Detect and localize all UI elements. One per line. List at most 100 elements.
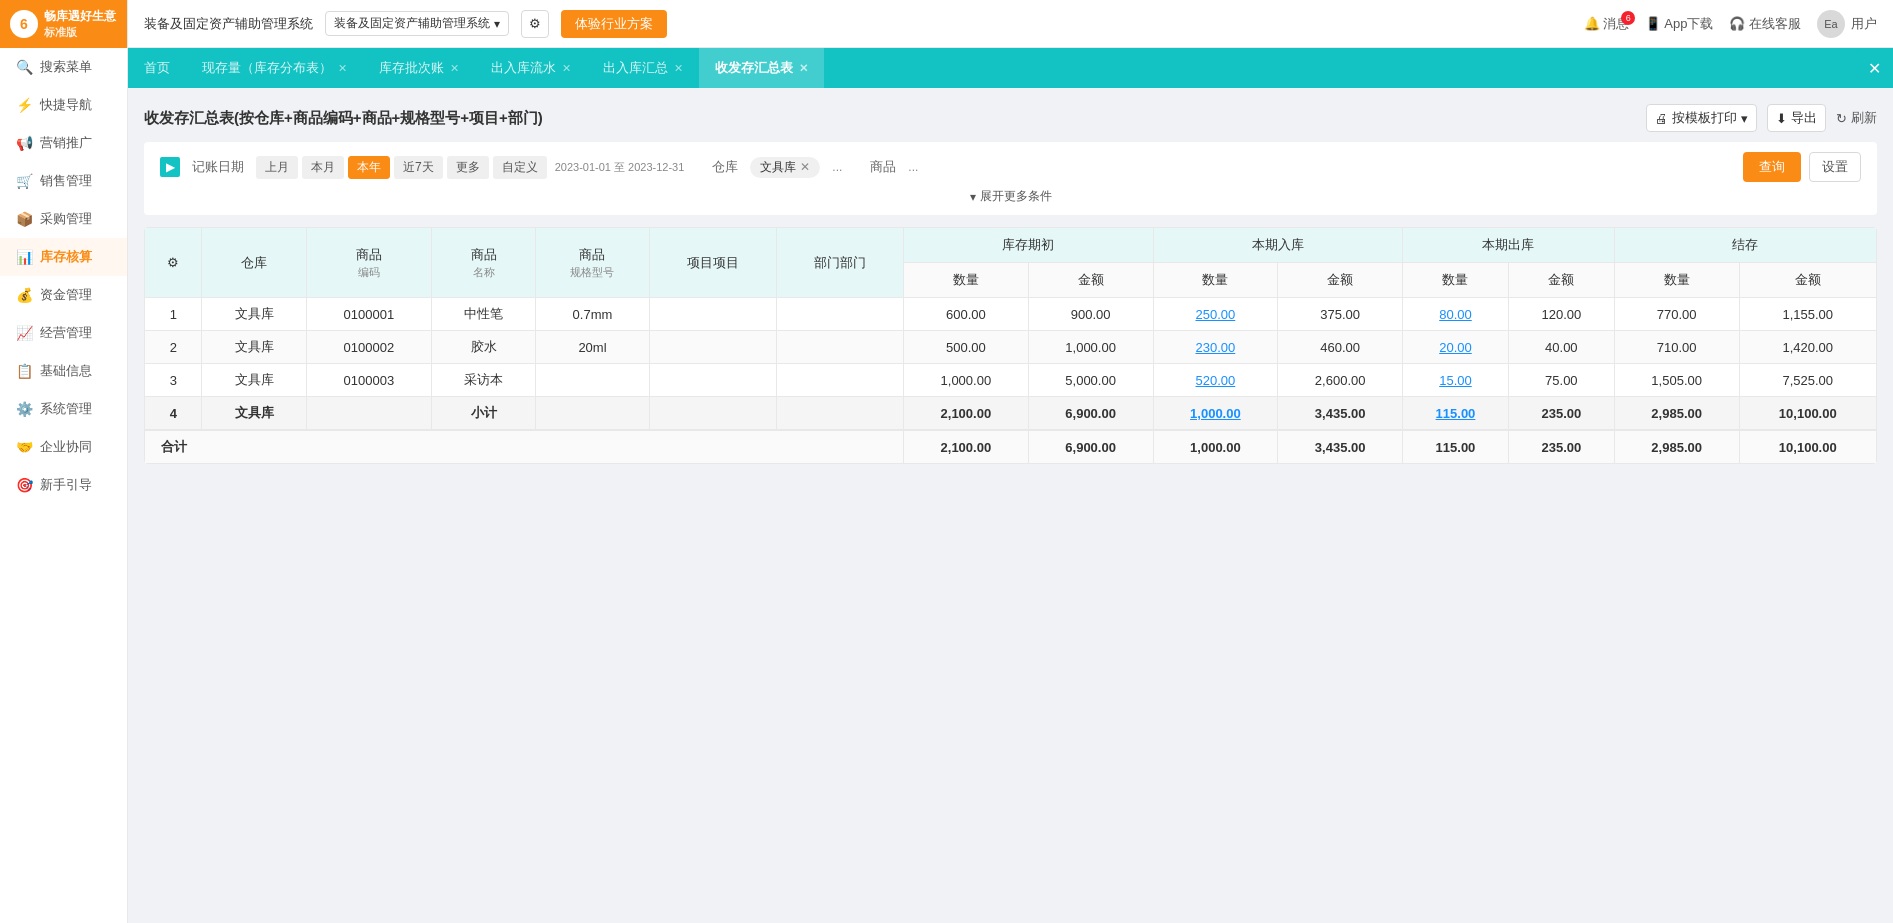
logo-icon: 6 (10, 10, 38, 38)
col-settings-header[interactable]: ⚙ (145, 228, 202, 298)
tab-inout-flow[interactable]: 出入库流水 ✕ (475, 48, 587, 88)
col-in-amt-header: 金额 (1278, 263, 1403, 298)
headset-icon: 🎧 (1729, 16, 1745, 31)
cart-icon: 🛒 (16, 173, 32, 189)
row-out-qty-link[interactable]: 115.00 (1436, 406, 1476, 421)
sidebar-item-system[interactable]: ⚙️ 系统管理 (0, 390, 127, 428)
row-in-qty-link[interactable]: 1,000.00 (1190, 406, 1241, 421)
sidebar-item-sales[interactable]: 🛒 销售管理 (0, 162, 127, 200)
row-in-qty[interactable]: 230.00 (1153, 331, 1278, 364)
tab-close-inventory-dist[interactable]: ✕ (338, 62, 347, 75)
sidebar-item-search[interactable]: 🔍 搜索菜单 (0, 48, 127, 86)
col-code-header: 商品编码 (307, 228, 432, 298)
content-area: 收发存汇总表(按仓库+商品编码+商品+规格型号+项目+部门) 🖨 按模板打印 ▾… (128, 88, 1893, 923)
footer-close-qty: 2,985.00 (1614, 430, 1739, 464)
export-button[interactable]: ⬇ 导出 (1767, 104, 1826, 132)
settings-button[interactable]: 设置 (1809, 152, 1861, 182)
row-name: 采访本 (431, 364, 536, 397)
gear-settings-button[interactable]: ⚙ (521, 10, 549, 38)
footer-close-amt: 10,100.00 (1739, 430, 1876, 464)
row-out-qty[interactable]: 115.00 (1403, 397, 1509, 431)
tab-batch-ledger[interactable]: 库存批次账 ✕ (363, 48, 475, 88)
tab-inventory-dist[interactable]: 现存量（库存分布表） ✕ (186, 48, 363, 88)
filter-btn-7days[interactable]: 近7天 (394, 156, 443, 179)
page-header-row: 收发存汇总表(按仓库+商品编码+商品+规格型号+项目+部门) 🖨 按模板打印 ▾… (144, 104, 1877, 132)
sidebar-item-cooperation[interactable]: 🤝 企业协同 (0, 428, 127, 466)
row-in-amt: 3,435.00 (1278, 397, 1403, 431)
row-in-qty[interactable]: 250.00 (1153, 298, 1278, 331)
row-out-qty[interactable]: 20.00 (1403, 331, 1509, 364)
row-in-qty[interactable]: 1,000.00 (1153, 397, 1278, 431)
warehouse-more[interactable]: ... (832, 160, 842, 174)
sidebar-item-basic[interactable]: 📋 基础信息 (0, 352, 127, 390)
sidebar-item-purchase[interactable]: 📦 采购管理 (0, 200, 127, 238)
footer-out-qty: 115.00 (1403, 430, 1509, 464)
row-open-qty: 1,000.00 (903, 364, 1028, 397)
filter-btn-last-month[interactable]: 上月 (256, 156, 298, 179)
row-out-qty-link[interactable]: 20.00 (1439, 340, 1472, 355)
row-in-qty-link[interactable]: 230.00 (1196, 340, 1236, 355)
col-out-amt-header: 金额 (1508, 263, 1614, 298)
row-out-qty-link[interactable]: 80.00 (1439, 307, 1472, 322)
filter-btn-this-month[interactable]: 本月 (302, 156, 344, 179)
expand-more-button[interactable]: ▾ 展开更多条件 (160, 188, 1861, 205)
filter-btn-custom[interactable]: 自定义 (493, 156, 547, 179)
row-spec: 0.7mm (536, 298, 649, 331)
row-close-amt: 10,100.00 (1739, 397, 1876, 431)
system-selector[interactable]: 装备及固定资产辅助管理系统 ▾ (325, 11, 509, 36)
query-actions: 查询 设置 (1743, 152, 1861, 182)
sidebar-item-quick[interactable]: ⚡ 快捷导航 (0, 86, 127, 124)
row-in-qty-link[interactable]: 250.00 (1196, 307, 1236, 322)
row-dept (776, 397, 903, 431)
row-in-qty[interactable]: 520.00 (1153, 364, 1278, 397)
chevron-down-icon: ▾ (1741, 111, 1748, 126)
close-all-tabs-button[interactable]: ✕ (1856, 59, 1893, 78)
megaphone-icon: 📢 (16, 135, 32, 151)
tab-close-batch-ledger[interactable]: ✕ (450, 62, 459, 75)
row-out-qty[interactable]: 15.00 (1403, 364, 1509, 397)
filter-bar: ▶ 记账日期 上月 本月 本年 近7天 更多 自定义 2023-01-01 至 … (144, 142, 1877, 215)
col-in-header: 本期入库 (1153, 228, 1403, 263)
row-out-qty[interactable]: 80.00 (1403, 298, 1509, 331)
refresh-button[interactable]: ↻ 刷新 (1836, 109, 1877, 127)
filter-btn-this-year[interactable]: 本年 (348, 156, 390, 179)
user-area[interactable]: Ea 用户 (1817, 10, 1877, 38)
row-close-qty: 770.00 (1614, 298, 1739, 331)
row-close-qty: 1,505.00 (1614, 364, 1739, 397)
row-project (649, 331, 776, 364)
warehouse-tag-close[interactable]: ✕ (800, 160, 810, 174)
row-close-amt: 1,155.00 (1739, 298, 1876, 331)
col-opening-amt-header: 金额 (1028, 263, 1153, 298)
sidebar-item-marketing[interactable]: 📢 营销推广 (0, 124, 127, 162)
row-out-qty-link[interactable]: 15.00 (1439, 373, 1472, 388)
app-download-button[interactable]: 📱 App下载 (1645, 15, 1713, 33)
row-in-qty-link[interactable]: 520.00 (1196, 373, 1236, 388)
online-service-button[interactable]: 🎧 在线客服 (1729, 15, 1801, 33)
row-in-amt: 375.00 (1278, 298, 1403, 331)
message-button[interactable]: 🔔 消息 6 (1584, 15, 1630, 33)
goods-more[interactable]: ... (908, 160, 918, 174)
row-out-amt: 75.00 (1508, 364, 1614, 397)
tab-inout-summary[interactable]: 出入库汇总 ✕ (587, 48, 699, 88)
trial-button[interactable]: 体验行业方案 (561, 10, 667, 38)
sidebar-item-inventory[interactable]: 📊 库存核算 (0, 238, 127, 276)
tab-close-recv-send[interactable]: ✕ (799, 62, 808, 75)
sidebar-item-operation[interactable]: 📈 经营管理 (0, 314, 127, 352)
filter-expand-button[interactable]: ▶ (160, 157, 180, 177)
row-name: 胶水 (431, 331, 536, 364)
tab-close-inout-summary[interactable]: ✕ (674, 62, 683, 75)
tab-recv-send[interactable]: 收发存汇总表 ✕ (699, 48, 824, 88)
sidebar-item-guide[interactable]: 🎯 新手引导 (0, 466, 127, 504)
main-area: 装备及固定资产辅助管理系统 装备及固定资产辅助管理系统 ▾ ⚙ 体验行业方案 🔔… (128, 0, 1893, 923)
tab-close-inout-flow[interactable]: ✕ (562, 62, 571, 75)
print-button[interactable]: 🖨 按模板打印 ▾ (1646, 104, 1757, 132)
sidebar-item-finance[interactable]: 💰 资金管理 (0, 276, 127, 314)
row-in-amt: 2,600.00 (1278, 364, 1403, 397)
expand-icon: ▾ (970, 190, 976, 204)
query-button[interactable]: 查询 (1743, 152, 1801, 182)
row-project (649, 364, 776, 397)
col-in-qty-header: 数量 (1153, 263, 1278, 298)
filter-btn-more[interactable]: 更多 (447, 156, 489, 179)
row-spec: 20ml (536, 331, 649, 364)
tab-home[interactable]: 首页 (128, 48, 186, 88)
